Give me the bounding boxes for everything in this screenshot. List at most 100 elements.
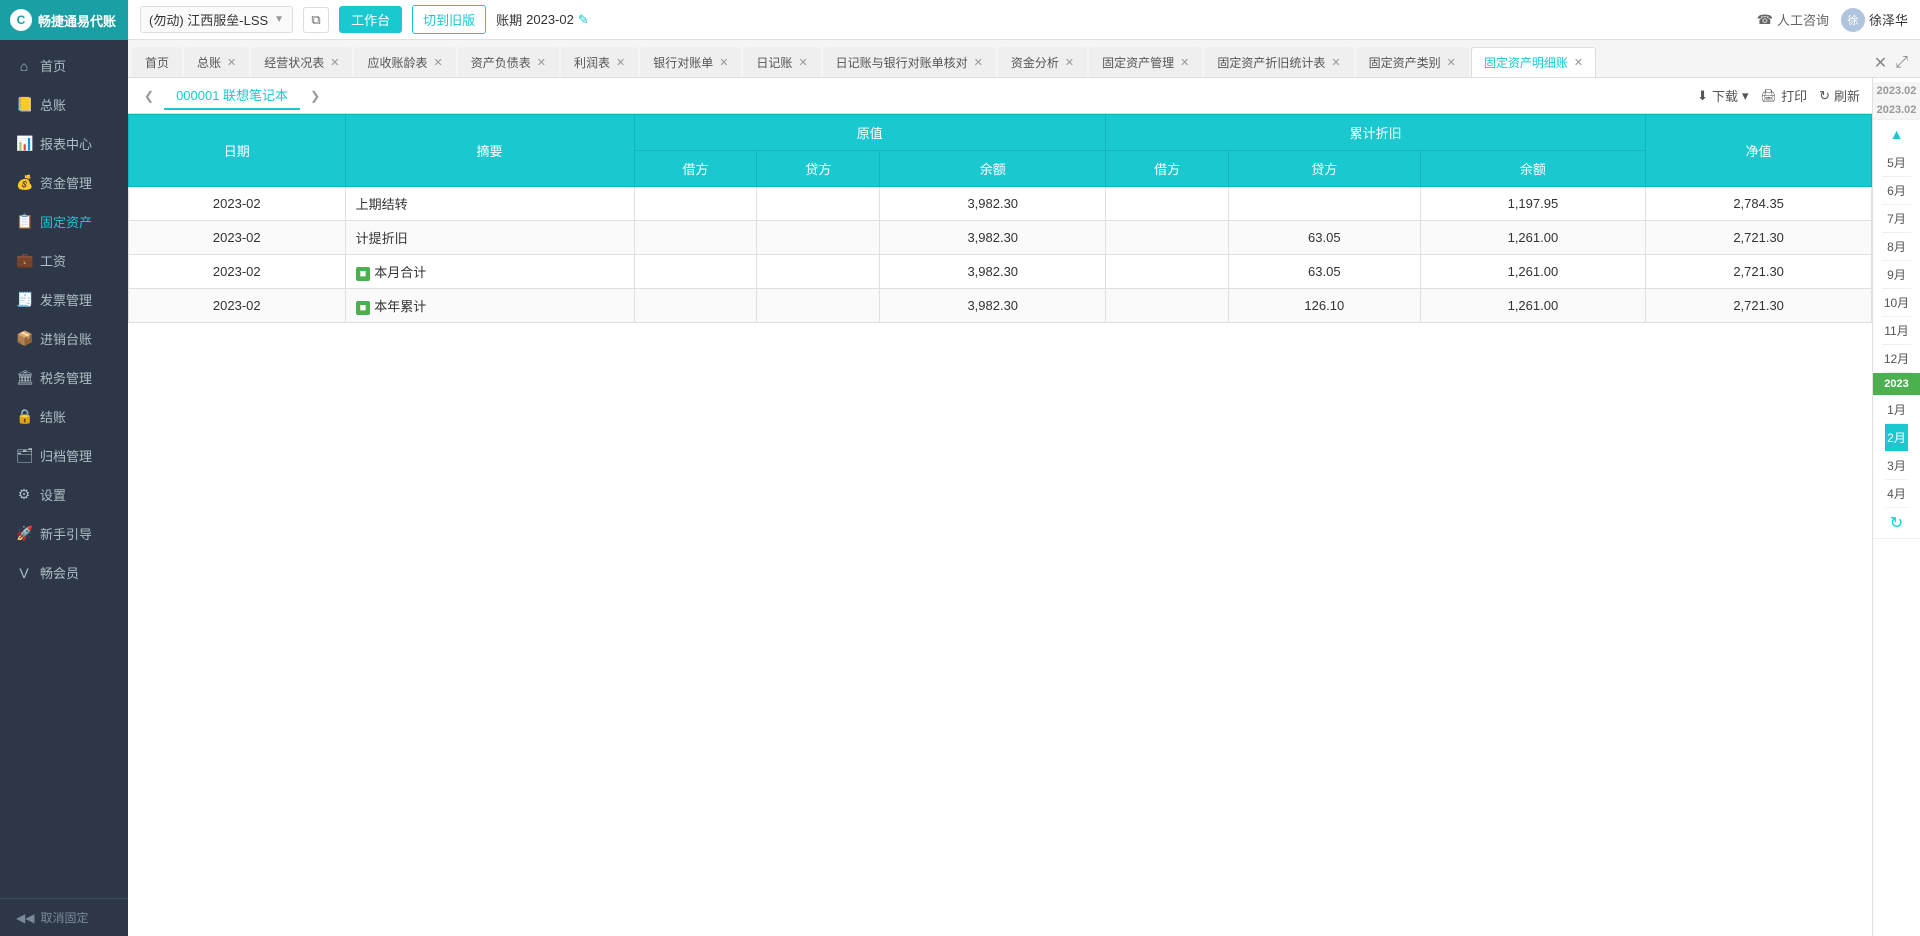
tab-label-journal: 日记账 bbox=[756, 54, 792, 71]
sidebar-item-payroll[interactable]: 💼工资 bbox=[0, 241, 128, 280]
download-icon: ⬇ bbox=[1697, 88, 1708, 104]
switch-version-button[interactable]: 切到旧版 bbox=[412, 5, 486, 34]
guide-icon: 🚀 bbox=[16, 525, 32, 542]
tab-close-profit[interactable]: ✕ bbox=[616, 56, 625, 69]
period-up-arrow[interactable]: ▲ bbox=[1890, 124, 1904, 145]
col-netvalue: 净值 bbox=[1646, 115, 1872, 187]
sub-tab-next[interactable]: ❯ bbox=[306, 89, 324, 103]
cell-acc-debit bbox=[1106, 221, 1229, 255]
tab-close-status[interactable]: ✕ bbox=[330, 56, 339, 69]
download-button[interactable]: ⬇ 下载 ▾ bbox=[1697, 86, 1748, 105]
sub-tab-item-notebook[interactable]: 000001 联想笔记本 bbox=[164, 81, 300, 110]
table-row: 2023-02 计提折旧 3,982.30 63.05 1,261.00 2,7… bbox=[129, 221, 1872, 255]
period-month-prev[interactable]: 10月 bbox=[1882, 289, 1911, 317]
sidebar-item-salespurchase[interactable]: 📦进销台账 bbox=[0, 319, 128, 358]
period-month-prev[interactable]: 6月 bbox=[1882, 177, 1911, 205]
period-months-prev: 5月6月7月8月9月10月11月12月 bbox=[1882, 149, 1911, 373]
cell-acc-credit: 126.10 bbox=[1229, 289, 1421, 323]
tab-maximize-icon[interactable]: ⤢ bbox=[1895, 54, 1908, 72]
print-label: 打印 bbox=[1781, 86, 1807, 105]
sub-tab-prev[interactable]: ❮ bbox=[140, 89, 158, 103]
tab-receivable[interactable]: 应收账龄表 ✕ bbox=[354, 47, 455, 77]
cell-acc-credit bbox=[1229, 187, 1421, 221]
tab-close-bank[interactable]: ✕ bbox=[719, 56, 728, 69]
sidebar-item-tax[interactable]: 🏛税务管理 bbox=[0, 358, 128, 397]
sidebar-item-assets[interactable]: 📋固定资产 bbox=[0, 202, 128, 241]
tab-close-depreciation[interactable]: ✕ bbox=[1331, 56, 1340, 69]
sidebar-item-reports[interactable]: 📊报表中心 bbox=[0, 124, 128, 163]
tab-profit[interactable]: 利润表✕ bbox=[561, 47, 638, 77]
tab-bank[interactable]: 银行对账单 ✕ bbox=[640, 47, 741, 77]
period-month-prev[interactable]: 7月 bbox=[1882, 205, 1911, 233]
page-content: ❮ 000001 联想笔记本 ❯ ⬇ 下载 ▾ 🖨 打印 bbox=[128, 78, 1872, 936]
period-month-cur[interactable]: 4月 bbox=[1885, 480, 1908, 508]
company-selector[interactable]: (勿动) 江西服垒-LSS ▼ bbox=[140, 6, 293, 33]
tab-label-status: 经营状况表 bbox=[264, 54, 324, 71]
sub-tabbar: ❮ 000001 联想笔记本 ❯ ⬇ 下载 ▾ 🖨 打印 bbox=[128, 78, 1872, 114]
tab-balance[interactable]: 资产负债表✕ bbox=[458, 47, 559, 77]
period-refresh[interactable]: ↻ bbox=[1873, 508, 1920, 539]
tab-close-all-icon[interactable]: ✕ bbox=[1874, 53, 1887, 73]
cell-acc-credit: 63.05 bbox=[1229, 255, 1421, 289]
tab-label-bank: 银行对账单 bbox=[653, 54, 713, 71]
period-month-prev[interactable]: 8月 bbox=[1882, 233, 1911, 261]
tab-home[interactable]: 首页 bbox=[132, 47, 182, 77]
cell-acc-balance: 1,197.95 bbox=[1420, 187, 1646, 221]
period-month-prev[interactable]: 12月 bbox=[1882, 345, 1911, 373]
tab-cashflow[interactable]: 资金分析✕ bbox=[998, 47, 1087, 77]
refresh-icon: ↻ bbox=[1819, 88, 1830, 104]
workarea-button[interactable]: 工作台 bbox=[339, 6, 402, 33]
sidebar-unpin[interactable]: ◀◀ 取消固定 bbox=[0, 898, 128, 936]
tab-assetmgmt[interactable]: 固定资产管理✕ bbox=[1089, 47, 1202, 77]
sidebar-item-home[interactable]: ⌂首页 bbox=[0, 46, 128, 85]
cell-summary: ■本年累计 bbox=[345, 289, 634, 323]
tab-ledger[interactable]: 总账✕ bbox=[184, 47, 249, 77]
tab-close-ledger[interactable]: ✕ bbox=[227, 56, 236, 69]
cell-date: 2023-02 bbox=[129, 221, 346, 255]
refresh-button[interactable]: ↻ 刷新 bbox=[1819, 86, 1860, 105]
tab-close-cashflow[interactable]: ✕ bbox=[1065, 56, 1074, 69]
invoice-icon: 🧾 bbox=[16, 291, 32, 308]
tab-close-reconcile[interactable]: ✕ bbox=[974, 56, 983, 69]
tab-close-receivable[interactable]: ✕ bbox=[434, 56, 443, 69]
tab-status[interactable]: 经营状况表 ✕ bbox=[251, 47, 352, 77]
sidebar-item-archive[interactable]: 🗂归档管理 bbox=[0, 436, 128, 475]
tab-close-assetdetail[interactable]: ✕ bbox=[1574, 56, 1583, 69]
sidebar-item-guide[interactable]: 🚀新手引导 bbox=[0, 514, 128, 553]
tab-close-assettype[interactable]: ✕ bbox=[1447, 56, 1456, 69]
user-info[interactable]: 徐 徐泽华 bbox=[1841, 8, 1908, 32]
sidebar-label-settings: 设置 bbox=[40, 485, 66, 504]
tab-close-balance[interactable]: ✕ bbox=[537, 56, 546, 69]
tab-close-assetmgmt[interactable]: ✕ bbox=[1180, 56, 1189, 69]
sidebar-item-settings[interactable]: ⚙设置 bbox=[0, 475, 128, 514]
period-month-cur[interactable]: 3月 bbox=[1885, 452, 1908, 480]
col-orig-debit: 借方 bbox=[634, 151, 757, 187]
tab-assetdetail[interactable]: 固定资产明细账✕ bbox=[1471, 47, 1596, 77]
period-month-cur[interactable]: 2月 bbox=[1885, 424, 1908, 452]
tab-depreciation[interactable]: 固定资产折旧统计表✕ bbox=[1204, 47, 1353, 77]
period-month-prev[interactable]: 5月 bbox=[1882, 149, 1911, 177]
sidebar-item-member[interactable]: V畅会员 bbox=[0, 553, 128, 592]
period-edit-icon[interactable]: ✎ bbox=[578, 12, 589, 28]
sidebar-item-invoice[interactable]: 🧾发票管理 bbox=[0, 280, 128, 319]
period-year-label: 2023 bbox=[1873, 373, 1920, 396]
period-month-prev[interactable]: 9月 bbox=[1882, 261, 1911, 289]
tab-close-journal[interactable]: ✕ bbox=[798, 56, 807, 69]
cell-acc-balance: 1,261.00 bbox=[1420, 221, 1646, 255]
copy-button[interactable]: ⧉ bbox=[303, 7, 329, 33]
tab-label-receivable: 应收账龄表 bbox=[367, 54, 427, 71]
tab-journal[interactable]: 日记账 ✕ bbox=[743, 47, 820, 77]
support-link[interactable]: ☎ 人工咨询 bbox=[1757, 10, 1829, 29]
tab-reconcile[interactable]: 日记账与银行对账单核对✕ bbox=[823, 47, 996, 77]
print-button[interactable]: 🖨 打印 bbox=[1761, 86, 1808, 105]
sidebar-label-reports: 报表中心 bbox=[40, 134, 92, 153]
cell-orig-balance: 3,982.30 bbox=[880, 255, 1106, 289]
sidebar-item-ledger[interactable]: 📒总账 bbox=[0, 85, 128, 124]
sidebar-item-close[interactable]: 🔒结账 bbox=[0, 397, 128, 436]
tab-assettype[interactable]: 固定资产类别✕ bbox=[1356, 47, 1469, 77]
period-month-prev[interactable]: 11月 bbox=[1882, 317, 1911, 345]
sidebar-item-capital[interactable]: 💰资金管理 bbox=[0, 163, 128, 202]
username: 徐泽华 bbox=[1869, 10, 1908, 29]
period-month-cur[interactable]: 1月 bbox=[1885, 396, 1908, 424]
col-accumulated: 累计折旧 bbox=[1106, 115, 1646, 151]
